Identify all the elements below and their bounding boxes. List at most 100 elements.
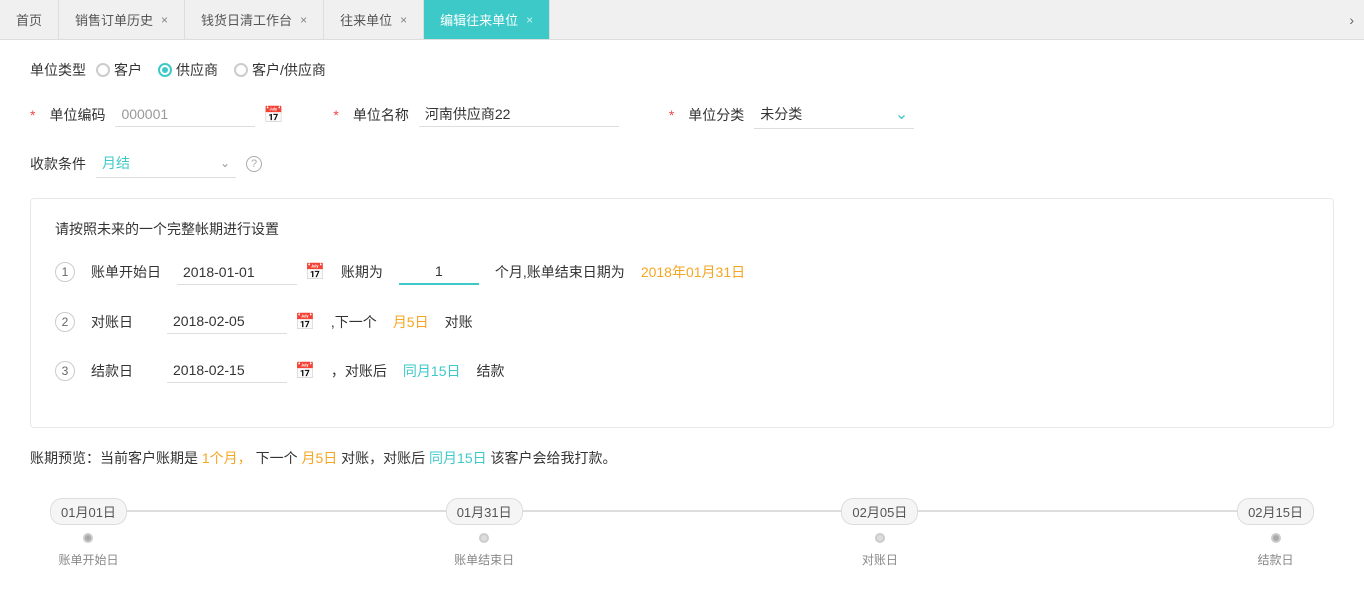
- timeline-label-0: 账单开始日: [58, 551, 118, 568]
- radio-customer[interactable]: 客户: [96, 60, 142, 80]
- reconcile-date-calendar-icon[interactable]: 📅: [295, 312, 315, 332]
- payment-highlight: 同月15日: [403, 361, 461, 381]
- unit-code-input[interactable]: [115, 102, 255, 127]
- tab-cashflow-close[interactable]: ×: [300, 13, 307, 27]
- radio-both[interactable]: 客户/供应商: [234, 60, 326, 80]
- timeline-badge-0: 01月01日: [50, 498, 127, 525]
- tab-bar: 首页 销售订单历史 × 钱货日清工作台 × 往来单位 × 编辑往来单位 × ›: [0, 0, 1364, 40]
- timeline-dot-0: [83, 533, 93, 543]
- reconcile-suffix-pre: ,下一个: [331, 312, 377, 332]
- tab-edit-partner-label: 编辑往来单位: [440, 10, 518, 29]
- settings-box: 请按照未来的一个完整帐期进行设置 1 账单开始日 📅 账期为 个月,账单结束日期…: [30, 198, 1334, 428]
- start-date-calendar-icon[interactable]: 📅: [305, 262, 325, 282]
- radio-both-label: 客户/供应商: [252, 60, 326, 80]
- payment-date-input[interactable]: [167, 358, 287, 383]
- period-end-date: 2018年01月31日: [641, 262, 745, 282]
- tab-edit-partner-close[interactable]: ×: [526, 13, 533, 27]
- unit-category-label: 单位分类: [688, 105, 744, 125]
- preview-months: 1个月，: [202, 450, 252, 466]
- payment-date-calendar-icon[interactable]: 📅: [295, 361, 315, 381]
- chevron-right-icon: ›: [1349, 12, 1354, 28]
- payment-suffix-pre: ，对账后: [331, 361, 387, 381]
- radio-supplier-circle: [158, 63, 172, 77]
- tab-home[interactable]: 首页: [0, 0, 59, 39]
- radio-supplier[interactable]: 供应商: [158, 60, 218, 80]
- payment-condition-dropdown[interactable]: 月结 ⌄: [96, 149, 236, 178]
- category-required: *: [669, 107, 674, 123]
- tab-sales-history-close[interactable]: ×: [161, 13, 168, 27]
- setting-number-3: 3: [55, 361, 75, 381]
- start-date-field-group: 📅: [177, 260, 325, 285]
- code-required: *: [30, 107, 35, 123]
- reconcile-date-field-group: 📅: [167, 309, 315, 334]
- period-months-input[interactable]: [399, 259, 479, 285]
- setting-label-3: 结款日: [91, 361, 151, 381]
- tab-cashflow[interactable]: 钱货日清工作台 ×: [185, 0, 324, 39]
- timeline-points: 01月01日 账单开始日 01月31日 账单结束日 02月05日 对账日 02月…: [50, 498, 1314, 568]
- setting-row-2: 2 对账日 📅 ,下一个 月5日 对账: [55, 309, 1309, 334]
- setting-number-2: 2: [55, 312, 75, 332]
- unit-name-input[interactable]: [419, 102, 619, 127]
- preview-reconcile-pre: 下一个: [256, 450, 298, 466]
- unit-category-value: 未分类: [760, 104, 889, 124]
- tab-partner-label: 往来单位: [340, 10, 392, 29]
- radio-customer-label: 客户: [114, 60, 142, 80]
- tab-sales-history[interactable]: 销售订单历史 ×: [59, 0, 185, 39]
- timeline-label-3: 结款日: [1258, 551, 1294, 568]
- name-required: *: [333, 107, 338, 123]
- unit-category-dropdown[interactable]: 未分类 ⌄: [754, 100, 914, 129]
- timeline-dot-3: [1271, 533, 1281, 543]
- tab-partner-close[interactable]: ×: [400, 13, 407, 27]
- code-calendar-icon[interactable]: 📅: [263, 105, 283, 125]
- tab-more-button[interactable]: ›: [1339, 0, 1364, 39]
- timeline-badge-1: 01月31日: [446, 498, 523, 525]
- radio-supplier-label: 供应商: [176, 60, 218, 80]
- payment-help-icon[interactable]: ?: [246, 156, 262, 172]
- radio-both-circle: [234, 63, 248, 77]
- payment-condition-row: 收款条件 月结 ⌄ ?: [30, 149, 1334, 178]
- unit-name-label: 单位名称: [353, 105, 409, 125]
- unit-code-field-group: 📅: [115, 102, 283, 127]
- preview-section: 账期预览：当前客户账期是 1个月， 下一个 月5日 对账，对账后 同月15日 该…: [30, 448, 1334, 468]
- period-label: 账期为: [341, 262, 383, 282]
- preview-prefix: 账期预览：当前客户账期是: [30, 450, 198, 466]
- preview-suffix: 该客户会给我打款。: [491, 450, 617, 466]
- tab-edit-partner[interactable]: 编辑往来单位 ×: [424, 0, 550, 39]
- timeline-badge-2: 02月05日: [841, 498, 918, 525]
- setting-row-3: 3 结款日 📅 ，对账后 同月15日 结款: [55, 358, 1309, 383]
- payment-condition-value: 月结: [102, 153, 214, 173]
- reconcile-suffix-post: 对账: [445, 312, 473, 332]
- preview-reconcile-post: 对账，对账后: [341, 450, 425, 466]
- setting-label-1: 账单开始日: [91, 262, 161, 282]
- reconcile-date-input[interactable]: [167, 309, 287, 334]
- timeline-point-0: 01月01日 账单开始日: [50, 498, 127, 568]
- payment-condition-label: 收款条件: [30, 154, 86, 174]
- setting-label-2: 对账日: [91, 312, 151, 332]
- start-date-input[interactable]: [177, 260, 297, 285]
- unit-info-row: * 单位编码 📅 * 单位名称 * 单位分类 未分类 ⌄: [30, 100, 1334, 129]
- timeline-label-1: 账单结束日: [454, 551, 514, 568]
- setting-number-1: 1: [55, 262, 75, 282]
- category-chevron-down-icon: ⌄: [895, 104, 908, 124]
- unit-type-label: 单位类型: [30, 60, 86, 80]
- preview-payment-highlight: 同月15日: [429, 450, 487, 466]
- timeline-point-2: 02月05日 对账日: [841, 498, 918, 568]
- tab-home-label: 首页: [16, 10, 42, 29]
- setting-row-1: 1 账单开始日 📅 账期为 个月,账单结束日期为 2018年01月31日: [55, 259, 1309, 285]
- preview-reconcile-highlight: 月5日: [301, 450, 337, 466]
- tab-partner[interactable]: 往来单位 ×: [324, 0, 424, 39]
- timeline-dot-2: [875, 533, 885, 543]
- unit-type-radio-group: 客户 供应商 客户/供应商: [96, 60, 326, 80]
- payment-suffix-post: 结款: [477, 361, 505, 381]
- payment-date-field-group: 📅: [167, 358, 315, 383]
- timeline-badge-3: 02月15日: [1237, 498, 1314, 525]
- reconcile-highlight: 月5日: [393, 312, 429, 332]
- timeline-point-1: 01月31日 账单结束日: [446, 498, 523, 568]
- tab-sales-history-label: 销售订单历史: [75, 10, 153, 29]
- settings-title: 请按照未来的一个完整帐期进行设置: [55, 219, 1309, 239]
- timeline-dot-1: [479, 533, 489, 543]
- radio-customer-circle: [96, 63, 110, 77]
- payment-condition-chevron-icon: ⌄: [220, 156, 230, 170]
- timeline: 01月01日 账单开始日 01月31日 账单结束日 02月05日 对账日 02月…: [30, 498, 1334, 568]
- unit-code-label: 单位编码: [49, 105, 105, 125]
